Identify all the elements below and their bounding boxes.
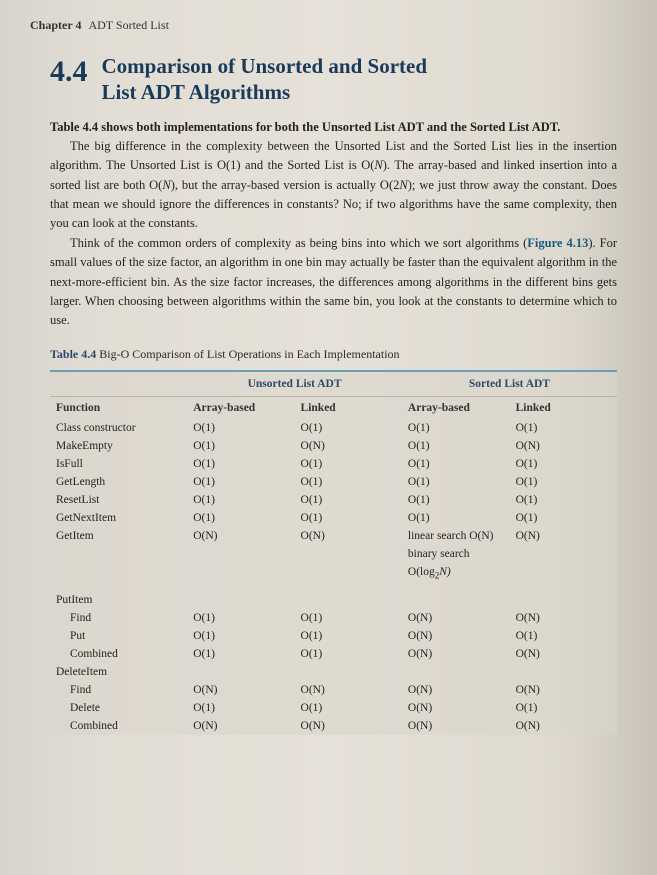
- col-unsorted-array: Array-based: [187, 396, 294, 419]
- table-row: DeleteO(1)O(1)O(N)O(1): [50, 699, 617, 717]
- table-subsection: DeleteItem: [50, 663, 617, 681]
- section-title-l2: List ADT Algorithms: [102, 79, 428, 105]
- section-title-l1: Comparison of Unsorted and Sorted: [102, 53, 428, 79]
- table-row-extra: O(log2N): [50, 563, 617, 583]
- table-caption: Table 4.4 Big-O Comparison of List Opera…: [50, 347, 617, 362]
- table-body: Class constructorO(1)O(1)O(1)O(1) MakeEm…: [50, 419, 617, 735]
- table-name: Big-O Comparison of List Operations in E…: [99, 347, 399, 361]
- col-function: Function: [50, 396, 187, 419]
- table-row: MakeEmptyO(1)O(N)O(1)O(N): [50, 437, 617, 455]
- table-row: Class constructorO(1)O(1)O(1)O(1): [50, 419, 617, 437]
- table-row-extra: binary search: [50, 545, 617, 563]
- table-row: PutO(1)O(1)O(N)O(1): [50, 627, 617, 645]
- group-unsorted: Unsorted List ADT: [187, 371, 402, 397]
- col-sorted-array: Array-based: [402, 396, 510, 419]
- table-row: GetNextItemO(1)O(1)O(1)O(1): [50, 509, 617, 527]
- section-number: 4.4: [50, 55, 88, 106]
- figure-ref: Figure 4.13: [527, 236, 588, 250]
- table-row: ResetListO(1)O(1)O(1)O(1): [50, 491, 617, 509]
- table-ref: Table 4.4 shows both implementations for…: [50, 120, 560, 134]
- section-title-wrap: Comparison of Unsorted and Sorted List A…: [102, 53, 428, 106]
- group-sorted: Sorted List ADT: [402, 371, 617, 397]
- table-subheader-row: Function Array-based Linked Array-based …: [50, 396, 617, 419]
- table-row: FindO(1)O(1)O(N)O(N): [50, 609, 617, 627]
- paragraph-1: Table 4.4 shows both implementations for…: [50, 118, 617, 137]
- chapter-label: Chapter 4: [30, 18, 81, 32]
- col-unsorted-linked: Linked: [295, 396, 402, 419]
- table-row: FindO(N)O(N)O(N)O(N): [50, 681, 617, 699]
- page-header: Chapter 4 ADT Sorted List: [30, 18, 627, 33]
- paragraph-1b: The big difference in the complexity bet…: [50, 137, 617, 234]
- table-subsection: PutItem: [50, 591, 617, 609]
- chapter-name: ADT Sorted List: [88, 18, 168, 32]
- section-block: 4.4 Comparison of Unsorted and Sorted Li…: [30, 53, 627, 735]
- paragraph-2: Think of the common orders of complexity…: [50, 234, 617, 331]
- table-number: Table 4.4: [50, 347, 96, 361]
- table-row: GetItemO(N)O(N)linear search O(N)O(N): [50, 527, 617, 545]
- table-row: GetLengthO(1)O(1)O(1)O(1): [50, 473, 617, 491]
- table-row: CombinedO(1)O(1)O(N)O(N): [50, 645, 617, 663]
- col-sorted-linked: Linked: [510, 396, 617, 419]
- table-group-row: Unsorted List ADT Sorted List ADT: [50, 371, 617, 397]
- table-row: CombinedO(N)O(N)O(N)O(N): [50, 717, 617, 735]
- table-row: IsFullO(1)O(1)O(1)O(1): [50, 455, 617, 473]
- complexity-table: Unsorted List ADT Sorted List ADT Functi…: [50, 370, 617, 735]
